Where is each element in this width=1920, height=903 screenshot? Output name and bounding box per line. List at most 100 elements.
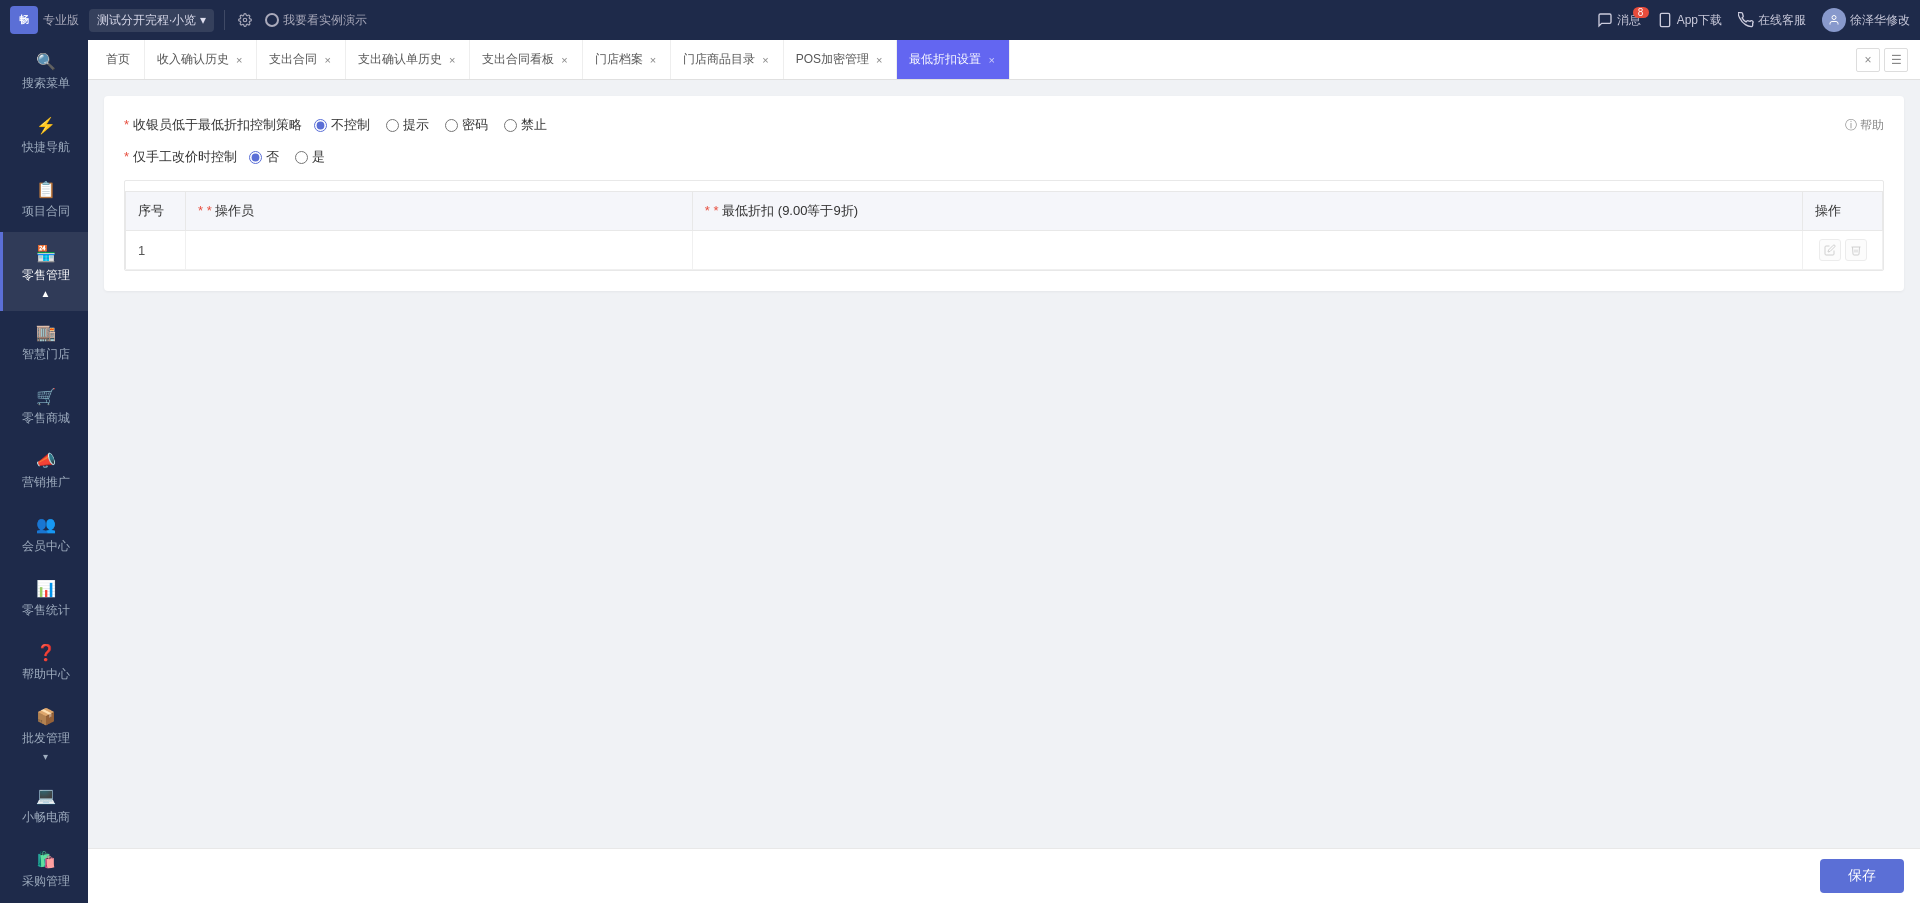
settings-icon[interactable]: [235, 10, 255, 30]
sidebar: 🔍 搜索菜单 ⚡ 快捷导航 📋 项目合同 🏪 零售管理 ▲ 🏬 智慧门店 🛒 零…: [0, 40, 88, 903]
tab-expense-confirm-history[interactable]: 支出确认单历史 ×: [346, 40, 470, 80]
sidebar-item-search-label: 搜索菜单: [22, 75, 70, 92]
sidebar-item-contract[interactable]: 📋 项目合同: [0, 168, 88, 232]
tab-pos-security-close[interactable]: ×: [874, 53, 884, 67]
mall-icon: 🛒: [36, 387, 56, 406]
project-selector[interactable]: 测试分开完程·小览 ▾: [89, 9, 214, 32]
contract-icon: 📋: [36, 180, 56, 199]
save-button[interactable]: 保存: [1820, 859, 1904, 893]
tab-store-file-close[interactable]: ×: [648, 53, 658, 67]
manual-price-label: 仅手工改价时控制: [124, 148, 237, 166]
svg-point-0: [244, 18, 248, 22]
radio-no-input[interactable]: [249, 151, 262, 164]
tab-income-history-close[interactable]: ×: [234, 53, 244, 67]
radio-no[interactable]: 否: [249, 148, 279, 166]
main-layout: 🔍 搜索菜单 ⚡ 快捷导航 📋 项目合同 🏪 零售管理 ▲ 🏬 智慧门店 🛒 零…: [0, 40, 1920, 903]
discount-policy-row: 收银员低于最低折扣控制策略 不控制 提示 密码: [124, 116, 1884, 134]
tab-expense-board-close[interactable]: ×: [559, 53, 569, 67]
radio-password-label: 密码: [462, 116, 488, 134]
sidebar-item-ecommerce-label: 小畅电商: [22, 809, 70, 826]
retail-arrow-icon: ▲: [41, 288, 51, 299]
tab-min-discount-close[interactable]: ×: [986, 53, 996, 67]
sidebar-item-purchase-label: 采购管理: [22, 873, 70, 890]
help-circle-icon: ⓘ: [1845, 117, 1857, 134]
demo-link[interactable]: 我要看实例演示: [265, 12, 367, 29]
radio-yes-input[interactable]: [295, 151, 308, 164]
sidebar-item-retail-stats[interactable]: 📊 零售统计: [0, 567, 88, 631]
tab-expense-contract-close[interactable]: ×: [322, 53, 332, 67]
radio-prohibit[interactable]: 禁止: [504, 116, 547, 134]
tab-store-file[interactable]: 门店档案 ×: [583, 40, 671, 80]
help-icon: ❓: [36, 643, 56, 662]
radio-yes-label: 是: [312, 148, 325, 166]
app-download-button[interactable]: App下载: [1657, 12, 1722, 29]
customer-service-label: 在线客服: [1758, 12, 1806, 29]
radio-no-control-input[interactable]: [314, 119, 327, 132]
tabs-right-controls: × ☰: [1848, 48, 1916, 72]
tab-pos-security[interactable]: POS加密管理 ×: [784, 40, 898, 80]
main-card: 收银员低于最低折扣控制策略 不控制 提示 密码: [104, 96, 1904, 291]
tab-min-discount[interactable]: 最低折扣设置 ×: [897, 40, 1009, 80]
radio-yes[interactable]: 是: [295, 148, 325, 166]
radio-password[interactable]: 密码: [445, 116, 488, 134]
messages-button[interactable]: 消息 8: [1597, 12, 1641, 29]
tab-home[interactable]: 首页: [92, 40, 145, 80]
row-delete-button[interactable]: [1845, 239, 1867, 261]
sidebar-item-purchase[interactable]: 🛍️ 采购管理: [0, 838, 88, 902]
tab-menu-button[interactable]: ☰: [1884, 48, 1908, 72]
radio-password-input[interactable]: [445, 119, 458, 132]
sidebar-item-marketing[interactable]: 📣 营销推广: [0, 439, 88, 503]
help-button[interactable]: ⓘ 帮助: [1845, 117, 1884, 134]
radio-prompt-label: 提示: [403, 116, 429, 134]
radio-no-control[interactable]: 不控制: [314, 116, 370, 134]
tab-income-history[interactable]: 收入确认历史 ×: [145, 40, 257, 80]
app-logo: 畅 专业版: [10, 6, 79, 34]
svg-rect-1: [1660, 13, 1669, 26]
tab-pos-security-label: POS加密管理: [796, 51, 869, 68]
tab-expense-contract[interactable]: 支出合同 ×: [257, 40, 345, 80]
tab-close-button[interactable]: ×: [1856, 48, 1880, 72]
col-seq-header: 序号: [126, 192, 186, 231]
radio-prompt[interactable]: 提示: [386, 116, 429, 134]
sidebar-item-search[interactable]: 🔍 搜索菜单: [0, 40, 88, 104]
tab-income-history-label: 收入确认历史: [157, 51, 229, 68]
sidebar-item-contract-label: 项目合同: [22, 203, 70, 220]
help-label: 帮助: [1860, 117, 1884, 134]
tab-expense-board[interactable]: 支出合同看板 ×: [470, 40, 582, 80]
customer-service-button[interactable]: 在线客服: [1738, 12, 1806, 29]
sidebar-item-mall[interactable]: 🛒 零售商城: [0, 375, 88, 439]
tab-expense-confirm-history-close[interactable]: ×: [447, 53, 457, 67]
radio-prohibit-input[interactable]: [504, 119, 517, 132]
radio-prompt-input[interactable]: [386, 119, 399, 132]
row-edit-button[interactable]: [1819, 239, 1841, 261]
tab-store-products[interactable]: 门店商品目录 ×: [671, 40, 783, 80]
tab-expense-board-label: 支出合同看板: [482, 51, 554, 68]
quicknav-icon: ⚡: [36, 116, 56, 135]
sidebar-item-wholesale[interactable]: 📦 批发管理 ▾: [0, 695, 88, 774]
tabs-bar: 首页 收入确认历史 × 支出合同 × 支出确认单历史 × 支出合同看板 × 门店…: [88, 40, 1920, 80]
logo-icon: 畅: [10, 6, 38, 34]
app-download-label: App下载: [1677, 12, 1722, 29]
app-version: 专业版: [43, 12, 79, 29]
tab-store-products-close[interactable]: ×: [760, 53, 770, 67]
tab-expense-contract-label: 支出合同: [269, 51, 317, 68]
sidebar-item-smart-store[interactable]: 🏬 智慧门店: [0, 311, 88, 375]
sidebar-item-members[interactable]: 👥 会员中心: [0, 503, 88, 567]
user-menu-button[interactable]: 徐泽华修改: [1822, 8, 1910, 32]
sidebar-item-ecommerce[interactable]: 💻 小畅电商: [0, 774, 88, 838]
wholesale-arrow-icon: ▾: [43, 751, 48, 762]
chevron-down-icon: ▾: [200, 13, 206, 27]
manual-price-row: 仅手工改价时控制 否 是: [124, 148, 1884, 166]
radio-prohibit-label: 禁止: [521, 116, 547, 134]
sidebar-item-members-label: 会员中心: [22, 538, 70, 555]
smart-store-icon: 🏬: [36, 323, 56, 342]
sidebar-item-retail-label: 零售管理: [22, 267, 70, 284]
col-actions-header: 操作: [1803, 192, 1883, 231]
sidebar-item-retail[interactable]: 🏪 零售管理 ▲: [0, 232, 88, 311]
demo-link-label: 我要看实例演示: [283, 12, 367, 29]
sidebar-item-help[interactable]: ❓ 帮助中心: [0, 631, 88, 695]
radio-no-label: 否: [266, 148, 279, 166]
sidebar-item-quicknav[interactable]: ⚡ 快捷导航: [0, 104, 88, 168]
cell-discount: [692, 231, 1802, 270]
tab-expense-confirm-history-label: 支出确认单历史: [358, 51, 442, 68]
